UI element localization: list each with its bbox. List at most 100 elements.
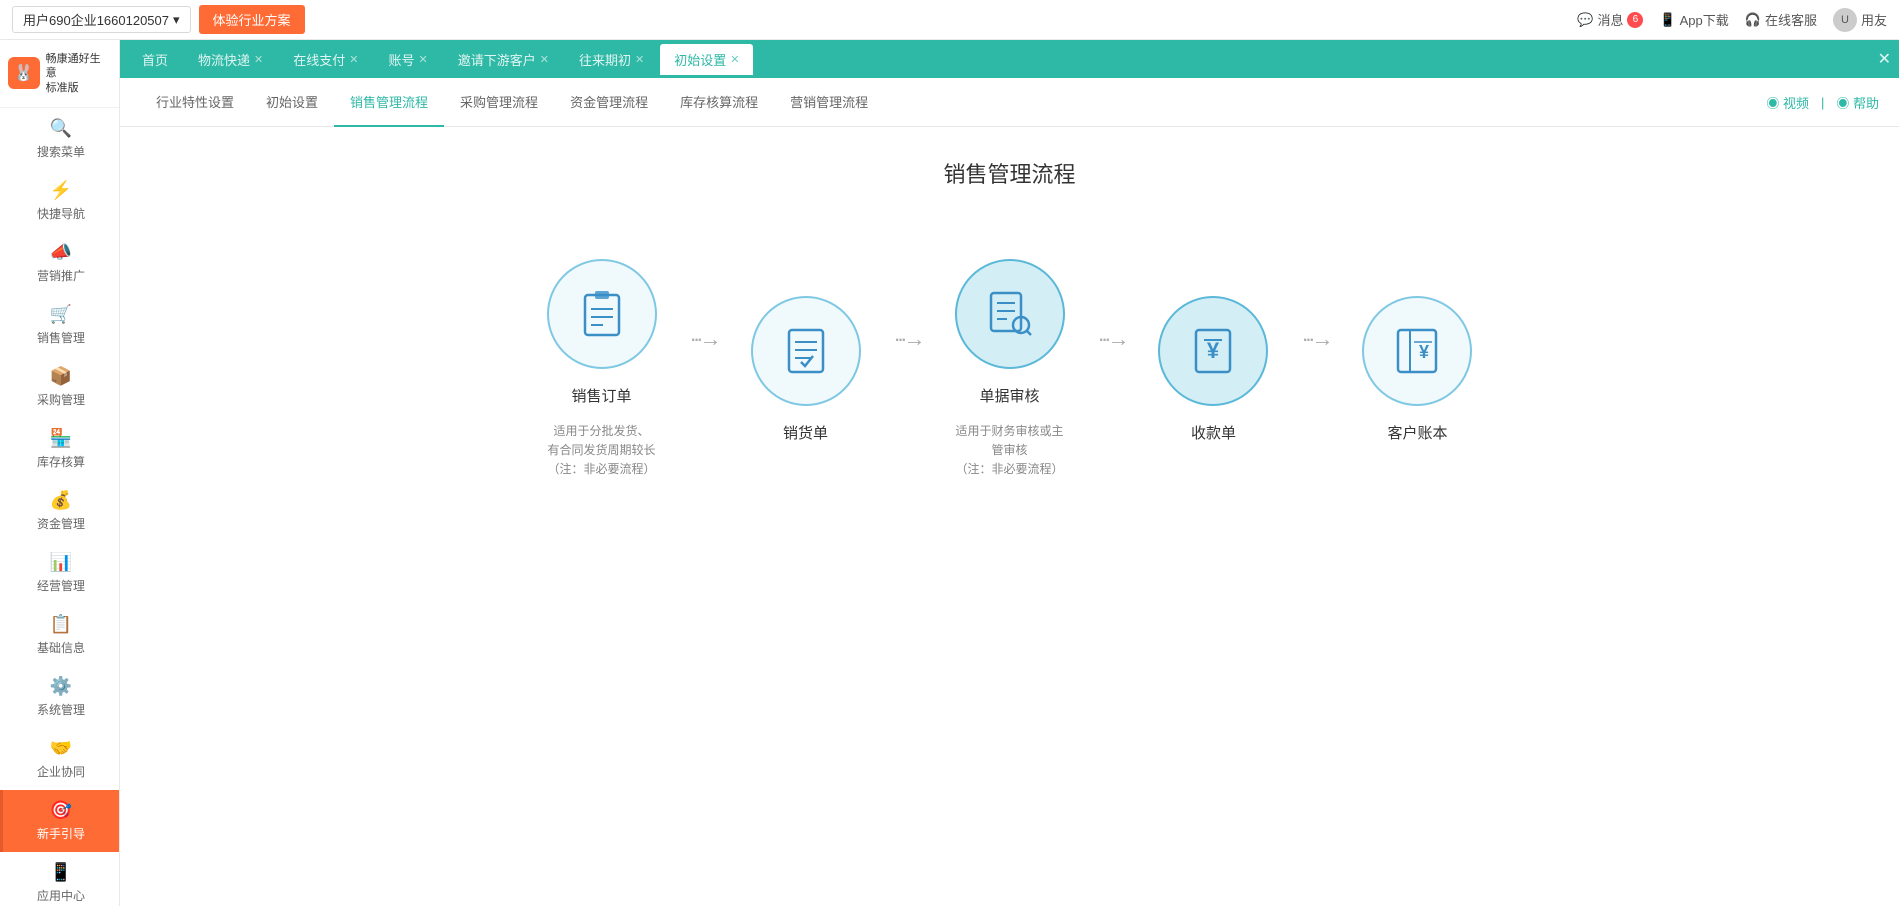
video-link[interactable]: ◉ 视频 (1766, 93, 1809, 112)
logo-text: 畅康通好生意 标准版 (46, 52, 111, 95)
user-label: 用户690企业1660120507 (23, 10, 169, 29)
sidebar-item-quick[interactable]: ⚡ 快捷导航 (0, 170, 119, 232)
flow-arrow-4: ···→ (1301, 326, 1329, 352)
quick-icon: ⚡ (50, 180, 72, 201)
page-title: 销售管理流程 (160, 157, 1859, 189)
nav-tab-account[interactable]: 账号 ✕ (374, 44, 441, 75)
nav-tab-invite[interactable]: 邀请下游客户 ✕ (444, 44, 563, 75)
online-service-item[interactable]: 🎧 在线客服 (1745, 10, 1817, 29)
sub-tab-industry[interactable]: 行业特性设置 (140, 78, 250, 127)
sidebar-item-purchase[interactable]: 📦采购管理 (0, 356, 119, 418)
nav-tab-close-logistics[interactable]: ✕ (254, 53, 263, 66)
message-item[interactable]: 💬 消息 6 (1577, 10, 1643, 29)
logo-icon: 🐰 (8, 57, 40, 89)
sidebar-item-operations[interactable]: 📊经营管理 (0, 542, 119, 604)
pipe-divider: | (1821, 95, 1824, 110)
nav-tab-close-init[interactable]: ✕ (730, 53, 739, 66)
flow-item-receipt[interactable]: ¥ 收款单 (1133, 296, 1293, 443)
nav-tab-close-invite[interactable]: ✕ (540, 53, 549, 66)
app-download-item[interactable]: 📱 App下载 (1659, 10, 1728, 29)
flow-label-customer_account: 客户账本 (1387, 422, 1447, 443)
message-badge: 6 (1627, 12, 1643, 28)
enterprise-icon: 🤝 (50, 738, 72, 759)
flow-arrow-1: ···→ (690, 326, 718, 352)
nav-tab-home[interactable]: 首页 (128, 44, 182, 75)
sub-tab-marketing_flow[interactable]: 营销管理流程 (774, 78, 884, 127)
sidebar-label-apps: 应用中心 (37, 887, 85, 904)
svg-text:¥: ¥ (1419, 342, 1429, 362)
newbie-icon: 🎯 (50, 800, 72, 821)
sidebar-label-marketing: 营销推广 (37, 267, 85, 284)
sidebar-item-sales[interactable]: 🛒销售管理 (0, 294, 119, 356)
sub-tab-sales_flow[interactable]: 销售管理流程 (334, 78, 444, 127)
flow-item-sales_invoice[interactable]: 销货单 (726, 296, 886, 443)
sub-tab-init_set[interactable]: 初始设置 (250, 78, 334, 127)
nav-tabs: 首页物流快递 ✕在线支付 ✕账号 ✕邀请下游客户 ✕往来期初 ✕初始设置 ✕✕ (120, 40, 1899, 78)
nav-tab-close-payment[interactable]: ✕ (349, 53, 358, 66)
sub-tab-inventory_flow[interactable]: 库存核算流程 (664, 78, 774, 127)
online-service-label: 在线客服 (1765, 10, 1817, 29)
nav-tab-close-account[interactable]: ✕ (419, 53, 428, 66)
nav-tab-label-account: 账号 (388, 50, 414, 69)
trial-button[interactable]: 体验行业方案 (199, 5, 305, 34)
sidebar-item-basic[interactable]: 📋基础信息 (0, 604, 119, 666)
layout: 🐰 畅康通好生意 标准版 🔍搜索菜单 ⚡ 快捷导航 📣营销推广🛒销售管理📦采购管理🏪库… (0, 40, 1899, 906)
user-selector[interactable]: 用户690企业1660120507 ▾ (12, 6, 191, 33)
flow-arrow-2: ···→ (894, 326, 922, 352)
svg-text:¥: ¥ (1207, 338, 1220, 363)
sidebar-label-quick: 快捷导航 (37, 205, 85, 222)
sidebar-label-sales: 销售管理 (37, 329, 85, 346)
top-bar: 用户690企业1660120507 ▾ 体验行业方案 💬 消息 6 📱 App下… (0, 0, 1899, 40)
search-icon: 🔍 (50, 118, 72, 139)
sub-tab-finance_flow[interactable]: 资金管理流程 (554, 78, 664, 127)
message-icon: 💬 (1577, 12, 1593, 28)
sub-tabs-right: ◉ 视频 | ◉ 帮助 (1766, 93, 1879, 112)
flow-label-sales_order: 销售订单 (572, 385, 632, 406)
sidebar-item-finance[interactable]: 💰资金管理 (0, 480, 119, 542)
sidebar-item-marketing[interactable]: 📣营销推广 (0, 232, 119, 294)
flow-label-sales_invoice: 销货单 (783, 422, 828, 443)
flow-item-customer_account[interactable]: ¥ 客户账本 (1337, 296, 1497, 443)
nav-tab-label-payment: 在线支付 (293, 50, 345, 69)
headset-icon: 🎧 (1745, 12, 1761, 28)
sidebar-item-inventory[interactable]: 🏪库存核算 (0, 418, 119, 480)
flow-arrow-3: ···→ (1098, 326, 1126, 352)
avatar: U (1833, 8, 1857, 32)
sub-tab-purchase_flow[interactable]: 采购管理流程 (444, 78, 554, 127)
message-label: 消息 (1597, 10, 1623, 29)
flow-desc-sales_order: 适用于分批发货、 有合同发货周期较长 （注：非必要流程） (548, 422, 656, 480)
flow-circle-audit (955, 259, 1065, 369)
phone-icon: 📱 (1659, 12, 1675, 28)
sub-tabs: 行业特性设置初始设置销售管理流程采购管理流程资金管理流程库存核算流程营销管理流程… (120, 78, 1899, 127)
top-bar-right: 💬 消息 6 📱 App下载 🎧 在线客服 U 用友 (1577, 8, 1887, 32)
top-bar-left: 用户690企业1660120507 ▾ 体验行业方案 (12, 5, 305, 34)
flow-circle-customer_account: ¥ (1362, 296, 1472, 406)
nav-tab-init[interactable]: 初始设置 ✕ (660, 44, 753, 75)
nav-tab-period[interactable]: 往来期初 ✕ (565, 44, 658, 75)
operations-icon: 📊 (50, 552, 72, 573)
purchase-icon: 📦 (50, 366, 72, 387)
flow-diagram: 销售订单适用于分批发货、 有合同发货周期较长 （注：非必要流程） ···→ 销货单… (160, 239, 1859, 500)
nav-tab-payment[interactable]: 在线支付 ✕ (279, 44, 372, 75)
nav-tab-close-period[interactable]: ✕ (635, 53, 644, 66)
nav-tab-label-init: 初始设置 (674, 50, 726, 69)
nav-tab-logistics[interactable]: 物流快递 ✕ (184, 44, 277, 75)
app-download-label: App下载 (1680, 10, 1729, 29)
sidebar-item-newbie[interactable]: 🎯新手引导 (0, 790, 119, 852)
flow-circle-sales_invoice (751, 296, 861, 406)
sidebar: 🐰 畅康通好生意 标准版 🔍搜索菜单 ⚡ 快捷导航 📣营销推广🛒销售管理📦采购管理🏪库… (0, 40, 120, 906)
main-area: 首页物流快递 ✕在线支付 ✕账号 ✕邀请下游客户 ✕往来期初 ✕初始设置 ✕✕ … (120, 40, 1899, 906)
user-menu-item[interactable]: U 用友 (1833, 8, 1887, 32)
flow-circle-receipt: ¥ (1158, 296, 1268, 406)
flow-circle-sales_order (547, 259, 657, 369)
flow-item-sales_order[interactable]: 销售订单适用于分批发货、 有合同发货周期较长 （注：非必要流程） (522, 259, 682, 480)
close-all-tabs[interactable]: ✕ (1878, 49, 1891, 69)
sidebar-item-apps[interactable]: 📱应用中心 (0, 852, 119, 906)
sidebar-item-search[interactable]: 🔍搜索菜单 (0, 108, 119, 170)
nav-tab-label-logistics: 物流快递 (198, 50, 250, 69)
sidebar-item-enterprise[interactable]: 🤝企业协同 (0, 728, 119, 790)
help-link[interactable]: ◉ 帮助 (1836, 93, 1879, 112)
flow-item-audit[interactable]: 单据审核适用于财务审核或主 管审核 （注：非必要流程） (930, 259, 1090, 480)
sidebar-item-system[interactable]: ⚙️系统管理 (0, 666, 119, 728)
sidebar-logo: 🐰 畅康通好生意 标准版 (0, 40, 119, 108)
